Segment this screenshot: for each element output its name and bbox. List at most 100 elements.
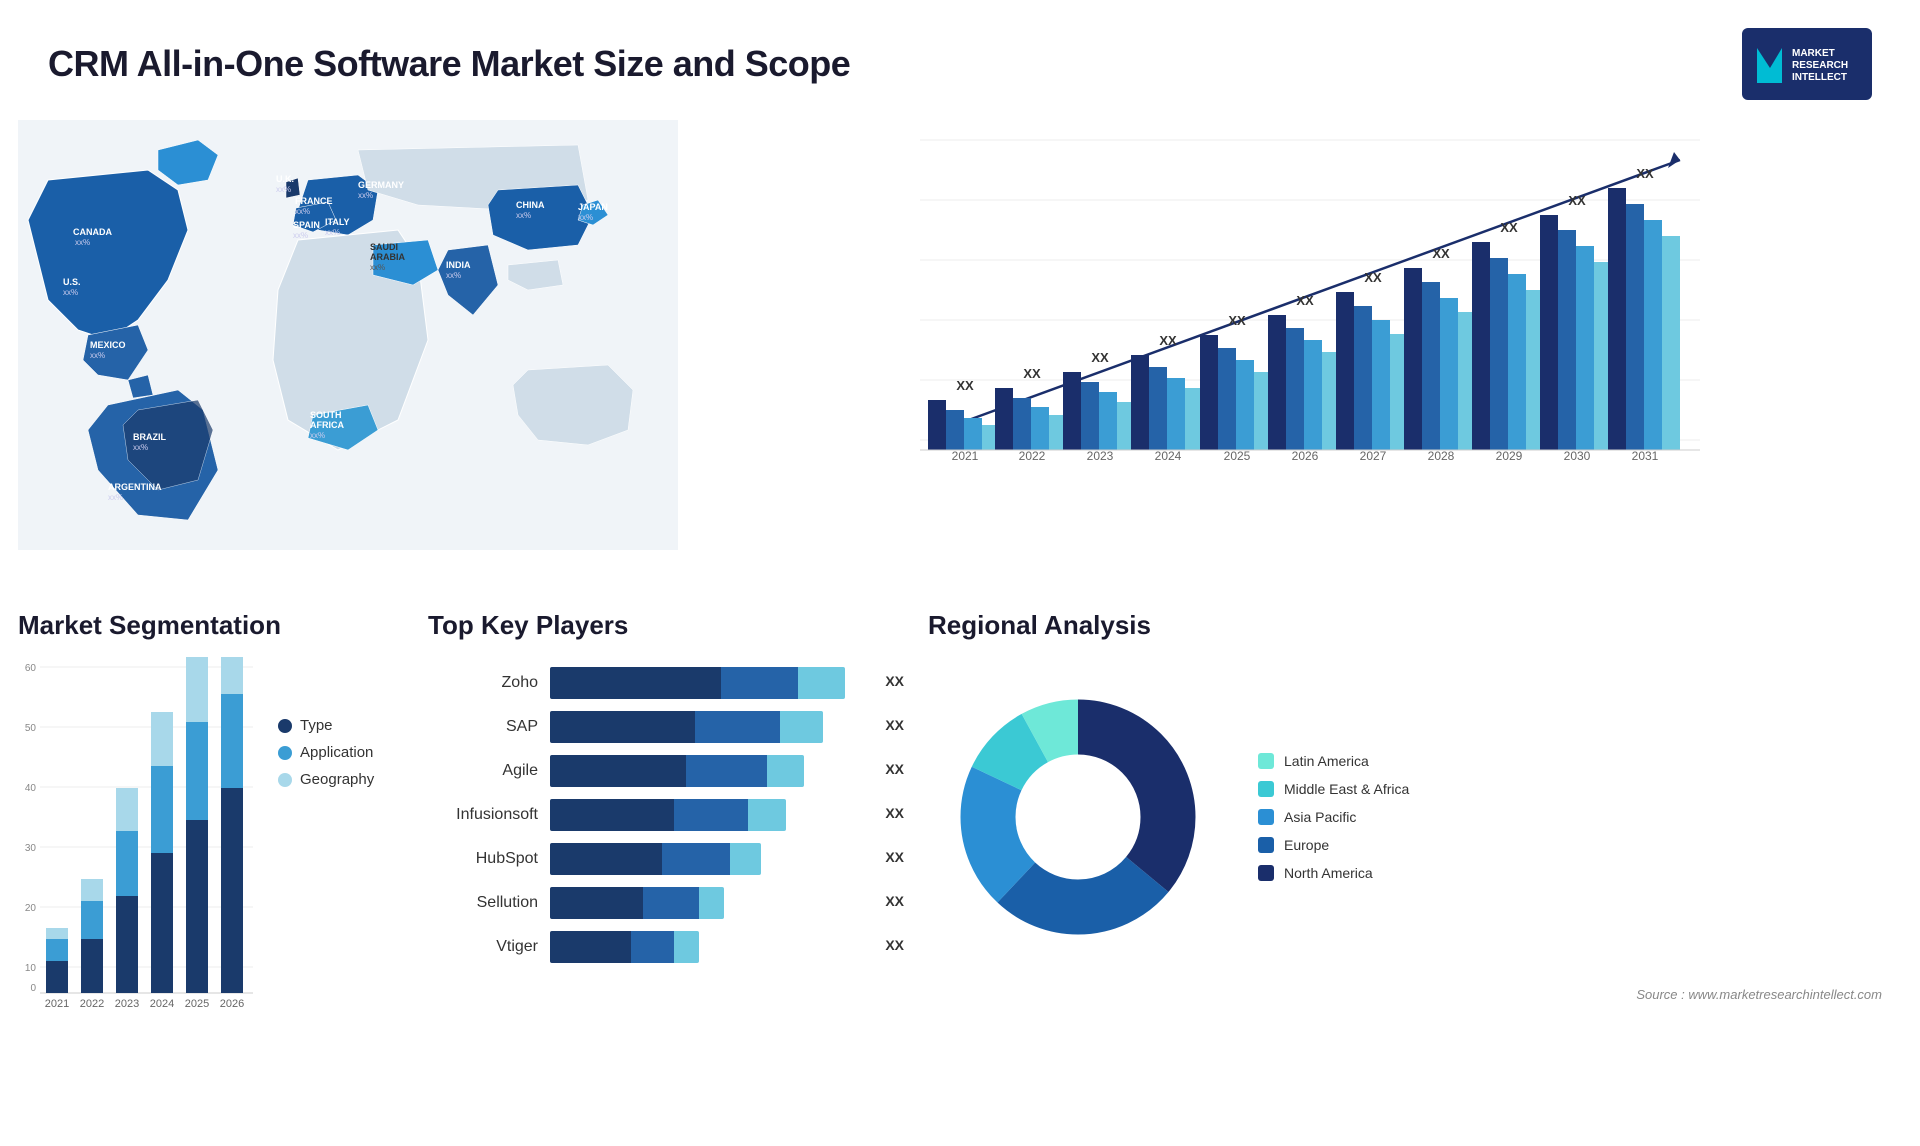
bar-seg2 (695, 711, 780, 743)
svg-text:xx%: xx% (516, 211, 531, 220)
source-text: Source : www.marketresearchintellect.com (928, 987, 1902, 1002)
bar-seg2 (662, 843, 730, 875)
legend-text-europe: Europe (1284, 837, 1329, 853)
svg-text:SAUDI: SAUDI (370, 242, 398, 252)
player-bar-hubspot (550, 843, 761, 875)
player-bar-infusionsoft (550, 799, 786, 831)
svg-text:XX: XX (1228, 313, 1246, 328)
legend-dot-type (278, 719, 292, 733)
bar-seg1 (550, 843, 662, 875)
legend-item-north-america: North America (1258, 865, 1409, 881)
player-bar-wrap-hubspot: XX (550, 843, 908, 875)
legend-text-north-america: North America (1284, 865, 1373, 881)
legend-item-europe: Europe (1258, 837, 1409, 853)
legend-color-latin-america (1258, 753, 1274, 769)
player-name-infusionsoft: Infusionsoft (428, 806, 538, 824)
top-players-section: Top Key Players Zoho XX SAP (428, 610, 908, 1120)
player-row-infusionsoft: Infusionsoft XX (428, 799, 908, 831)
player-name-hubspot: HubSpot (428, 850, 538, 868)
svg-text:0: 0 (30, 983, 36, 994)
svg-text:2028: 2028 (1428, 449, 1455, 463)
svg-text:ITALY: ITALY (325, 217, 350, 227)
legend-dot-application (278, 746, 292, 760)
player-bar-zoho (550, 667, 845, 699)
svg-text:CANADA: CANADA (73, 227, 112, 237)
svg-text:60: 60 (25, 663, 37, 674)
svg-text:2025: 2025 (185, 998, 209, 1010)
segmentation-section: Market Segmentation 60 50 40 30 20 10 0 (18, 610, 408, 1120)
svg-text:2026: 2026 (1292, 449, 1319, 463)
svg-text:50: 50 (25, 723, 37, 734)
svg-text:CHINA: CHINA (516, 200, 545, 210)
seg-chart-bars: 60 50 40 30 20 10 0 (18, 657, 258, 1017)
svg-text:2024: 2024 (150, 998, 174, 1010)
world-map-svg: CANADA xx% U.S. xx% MEXICO xx% BRAZIL xx… (18, 120, 678, 550)
player-name-sap: SAP (428, 718, 538, 736)
donut-area: Latin America Middle East & Africa Asia … (928, 657, 1902, 967)
top-players-title: Top Key Players (428, 610, 908, 641)
player-xx-hubspot: XX (885, 849, 904, 865)
player-bar-wrap-sap: XX (550, 711, 908, 743)
svg-text:2023: 2023 (115, 998, 139, 1010)
svg-text:2029: 2029 (1496, 449, 1523, 463)
regional-section: Regional Analysis (928, 610, 1902, 1120)
svg-text:2022: 2022 (1019, 449, 1046, 463)
player-name-vtiger: Vtiger (428, 938, 538, 956)
svg-text:XX: XX (1432, 246, 1450, 261)
top-row: CANADA xx% U.S. xx% MEXICO xx% BRAZIL xx… (0, 120, 1920, 600)
bar-seg3 (767, 755, 804, 787)
svg-text:2022: 2022 (80, 998, 104, 1010)
svg-text:xx%: xx% (310, 431, 325, 440)
bar-seg3 (798, 667, 845, 699)
svg-text:ARGENTINA: ARGENTINA (108, 482, 162, 492)
legend-dot-geography (278, 773, 292, 787)
svg-text:xx%: xx% (108, 493, 123, 502)
svg-text:2021: 2021 (45, 998, 69, 1010)
legend-item-asia-pacific: Asia Pacific (1258, 809, 1409, 825)
bar-seg1 (550, 887, 643, 919)
growth-chart-container: XX 2021 XX 2022 XX 2023 (718, 130, 1882, 550)
svg-text:xx%: xx% (90, 351, 105, 360)
svg-text:MEXICO: MEXICO (90, 340, 126, 350)
legend-color-asia-pacific (1258, 809, 1274, 825)
bar-seg3 (748, 799, 785, 831)
player-name-zoho: Zoho (428, 674, 538, 692)
svg-text:XX: XX (1364, 270, 1382, 285)
legend-label-application: Application (300, 744, 373, 761)
map-container: CANADA xx% U.S. xx% MEXICO xx% BRAZIL xx… (18, 120, 678, 550)
player-row-vtiger: Vtiger XX (428, 931, 908, 963)
bar-seg2 (686, 755, 767, 787)
bar-seg3 (780, 711, 822, 743)
svg-text:xx%: xx% (446, 271, 461, 280)
player-bar-wrap-zoho: XX (550, 667, 908, 699)
player-row-zoho: Zoho XX (428, 667, 908, 699)
bottom-row: Market Segmentation 60 50 40 30 20 10 0 (0, 600, 1920, 1120)
segmentation-title: Market Segmentation (18, 610, 408, 641)
growth-chart-section: XX 2021 XX 2022 XX 2023 (698, 120, 1902, 600)
player-xx-sap: XX (885, 717, 904, 733)
svg-text:xx%: xx% (295, 207, 310, 216)
player-row-sap: SAP XX (428, 711, 908, 743)
svg-text:40: 40 (25, 783, 37, 794)
player-bar-wrap-sellution: XX (550, 887, 908, 919)
svg-text:ARABIA: ARABIA (370, 252, 405, 262)
player-bar-wrap-agile: XX (550, 755, 908, 787)
svg-text:XX: XX (1091, 350, 1109, 365)
svg-text:xx%: xx% (370, 263, 385, 272)
svg-text:MARKET: MARKET (1792, 48, 1835, 59)
svg-text:2026: 2026 (220, 998, 244, 1010)
svg-text:RESEARCH: RESEARCH (1792, 60, 1848, 71)
player-xx-vtiger: XX (885, 937, 904, 953)
legend-text-latin-america: Latin America (1284, 753, 1369, 769)
svg-text:INTELLECT: INTELLECT (1792, 72, 1847, 83)
legend-geography: Geography (278, 771, 374, 788)
legend-label-type: Type (300, 717, 333, 734)
svg-text:XX: XX (1159, 333, 1177, 348)
svg-text:FRANCE: FRANCE (295, 196, 333, 206)
svg-text:20: 20 (25, 903, 37, 914)
legend-type: Type (278, 717, 374, 734)
seg-legend: Type Application Geography (278, 657, 374, 788)
svg-text:U.K.: U.K. (276, 174, 294, 184)
player-xx-zoho: XX (885, 673, 904, 689)
legend-application: Application (278, 744, 374, 761)
